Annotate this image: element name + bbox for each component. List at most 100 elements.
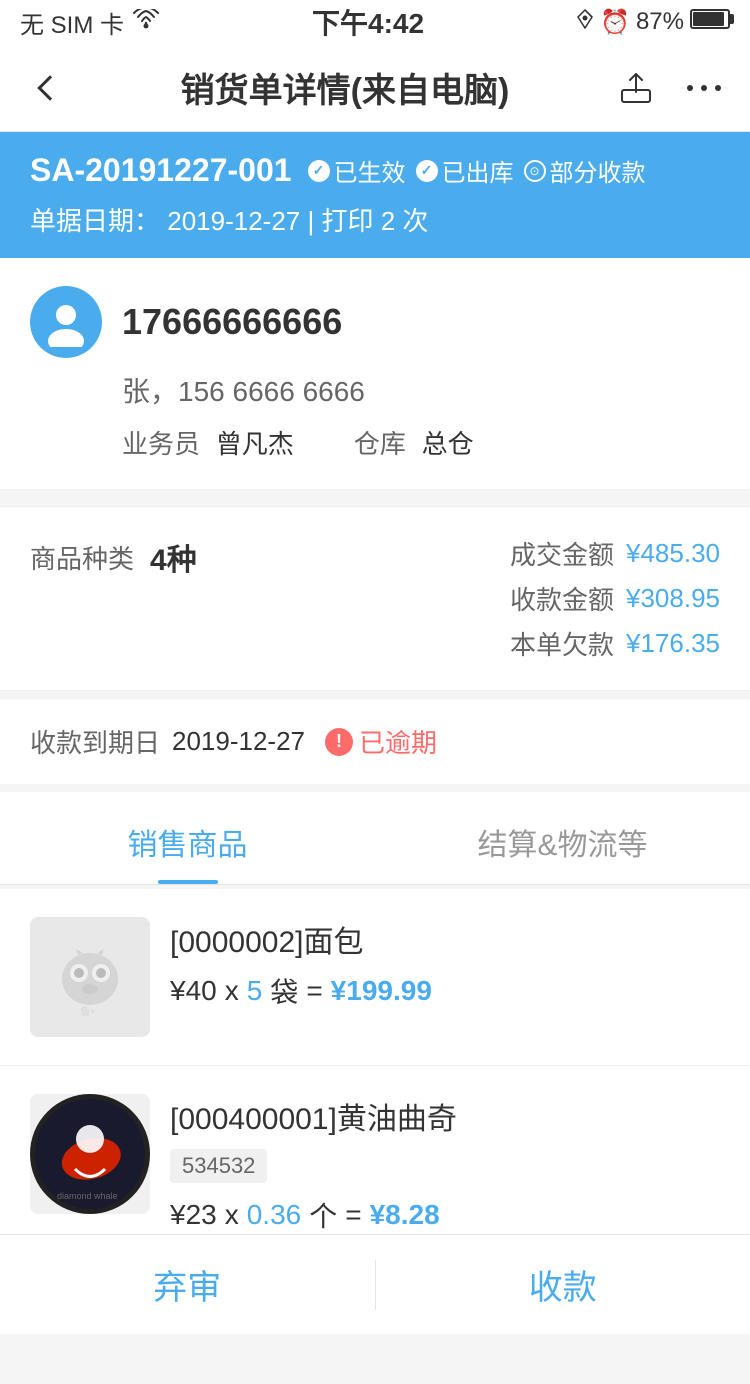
deal-amount-value: ¥485.30	[626, 538, 720, 569]
customer-row: 17666666666	[30, 286, 720, 358]
product-image-2: diamond whale	[30, 1094, 150, 1214]
product-name-2: [000400001]黄油曲奇	[170, 1094, 720, 1138]
eq-1: =	[306, 975, 322, 1007]
location-icon	[576, 8, 594, 36]
check-icon-1: ✓	[308, 160, 330, 182]
unit-2: 个	[309, 1195, 337, 1235]
product-item: 鱼+ [0000002]面包 ¥40 x 5 袋 = ¥199.99	[0, 889, 750, 1066]
price-sep-2: x	[225, 1199, 239, 1231]
status-left: 无 SIM 卡	[20, 5, 160, 40]
stats-right: 成交金额 ¥485.30 收款金额 ¥308.95 本单欠款 ¥176.35	[510, 535, 720, 662]
warehouse-value: 总仓	[422, 429, 474, 459]
eq-2: =	[345, 1199, 361, 1231]
status-bar: 无 SIM 卡 下午4:42 ⏰ 87%	[0, 0, 750, 44]
print-unit: 次	[402, 206, 428, 236]
product-logo-icon: diamond whale	[35, 1099, 145, 1209]
customer-details: 业务员 曾凡杰 仓库 总仓	[122, 424, 720, 461]
product-thumb-1: 鱼+	[30, 917, 150, 1037]
owed-label: 本单欠款	[510, 625, 614, 662]
print-count: 2	[381, 206, 395, 236]
warehouse-info: 仓库 总仓	[354, 424, 474, 461]
stats-section: 商品种类 4种 成交金额 ¥485.30 收款金额 ¥308.95 本单欠款 ¥…	[0, 506, 750, 691]
date-label: 单据日期：	[30, 206, 160, 236]
product-thumb-2: diamond whale	[30, 1094, 150, 1214]
qty-1: 5	[247, 975, 263, 1007]
product-type-value: 4种	[150, 535, 197, 579]
received-value: ¥308.95	[626, 583, 720, 614]
more-icon	[686, 82, 722, 94]
sales-info: 业务员 曾凡杰	[122, 424, 294, 461]
order-banner: SA-20191227-001 ✓ 已生效 ✓ 已出库 ⊙ 部分收款 单据日期：…	[0, 132, 750, 258]
stats-left: 商品种类 4种	[30, 535, 197, 579]
due-date-value: 2019-12-27	[172, 726, 305, 757]
total-2: ¥8.28	[370, 1199, 440, 1231]
page-title: 销货单详情(来自电脑)	[80, 63, 610, 112]
warehouse-label: 仓库	[354, 429, 406, 459]
product-price-1: ¥40 x 5 袋 = ¥199.99	[170, 971, 720, 1011]
deal-amount-label: 成交金额	[510, 535, 614, 572]
stats-row: 商品种类 4种 成交金额 ¥485.30 收款金额 ¥308.95 本单欠款 ¥…	[30, 535, 720, 662]
owl-icon: 鱼+	[50, 937, 130, 1017]
back-arrow-icon	[37, 75, 62, 100]
more-button[interactable]	[678, 62, 730, 114]
user-avatar-icon	[41, 297, 91, 347]
overdue-text: 已逾期	[359, 723, 437, 760]
total-1: ¥199.99	[331, 975, 432, 1007]
status-time: 下午4:42	[312, 2, 424, 42]
status-shipped: ✓ 已出库	[416, 153, 514, 188]
cancel-button[interactable]: 弃审	[0, 1240, 375, 1329]
due-date-label: 收款到期日	[30, 723, 160, 760]
wifi-icon	[132, 8, 160, 36]
customer-phone: 17666666666	[122, 301, 342, 343]
nav-bar: 销货单详情(来自电脑)	[0, 44, 750, 132]
print-separator: |	[307, 206, 321, 236]
status-partial: ⊙ 部分收款	[524, 153, 646, 188]
status-right: ⏰ 87%	[576, 8, 730, 37]
battery-icon	[690, 8, 730, 36]
svg-text:diamond whale: diamond whale	[57, 1191, 118, 1201]
sales-label: 业务员	[122, 429, 200, 459]
due-date-section: 收款到期日 2019-12-27 ! 已逾期	[0, 691, 750, 792]
customer-section: 17666666666 张，156 6666 6666 业务员 曾凡杰 仓库 总…	[0, 258, 750, 490]
avatar	[30, 286, 102, 358]
back-button[interactable]	[20, 58, 80, 118]
customer-name: 张，156 6666 6666	[122, 370, 720, 410]
received-label: 收款金额	[510, 580, 614, 617]
deal-amount-row: 成交金额 ¥485.30	[510, 535, 720, 572]
product-type-label: 商品种类	[30, 539, 134, 576]
unit-1: 袋	[270, 971, 298, 1011]
sales-value: 曾凡杰	[216, 429, 294, 459]
product-price-2: ¥23 x 0.36 个 = ¥8.28	[170, 1195, 720, 1235]
battery-percent: 87%	[636, 8, 684, 36]
nav-actions	[610, 62, 730, 114]
received-row: 收款金额 ¥308.95	[510, 580, 720, 617]
clock-icon: ⊙	[524, 160, 546, 182]
price-sep-1: x	[225, 975, 239, 1007]
tab-products[interactable]: 销售商品	[0, 792, 375, 884]
product-image-1: 鱼+	[30, 917, 150, 1037]
tabs-section: 销售商品 结算&物流等	[0, 792, 750, 885]
confirm-button[interactable]: 收款	[376, 1240, 750, 1329]
check-icon-2: ✓	[416, 160, 438, 182]
section-gap-1	[0, 490, 750, 506]
order-id: SA-20191227-001	[30, 152, 292, 189]
overdue-badge: ! 已逾期	[325, 723, 437, 760]
overdue-warning-icon: !	[325, 728, 353, 756]
owed-value: ¥176.35	[626, 628, 720, 659]
product-info-1: [0000002]面包 ¥40 x 5 袋 = ¥199.99	[170, 917, 720, 1011]
order-date: 2019-12-27	[167, 206, 300, 236]
price-1: ¥40	[170, 975, 217, 1007]
share-icon	[618, 70, 654, 106]
order-banner-top: SA-20191227-001 ✓ 已生效 ✓ 已出库 ⊙ 部分收款	[30, 152, 720, 189]
status-tags: ✓ 已生效 ✓ 已出库 ⊙ 部分收款	[308, 153, 646, 188]
share-button[interactable]	[610, 62, 662, 114]
svg-text:鱼+: 鱼+	[80, 1005, 96, 1017]
product-name-1: [0000002]面包	[170, 917, 720, 961]
carrier-text: 无 SIM 卡	[20, 5, 124, 40]
order-date-row: 单据日期： 2019-12-27 | 打印 2 次	[30, 201, 720, 238]
product-sku-2: 534532	[170, 1149, 267, 1183]
price-2: ¥23	[170, 1199, 217, 1231]
alarm-icon: ⏰	[600, 8, 630, 37]
products-section: 鱼+ [0000002]面包 ¥40 x 5 袋 = ¥199.99	[0, 889, 750, 1264]
tab-settlement[interactable]: 结算&物流等	[375, 792, 750, 884]
